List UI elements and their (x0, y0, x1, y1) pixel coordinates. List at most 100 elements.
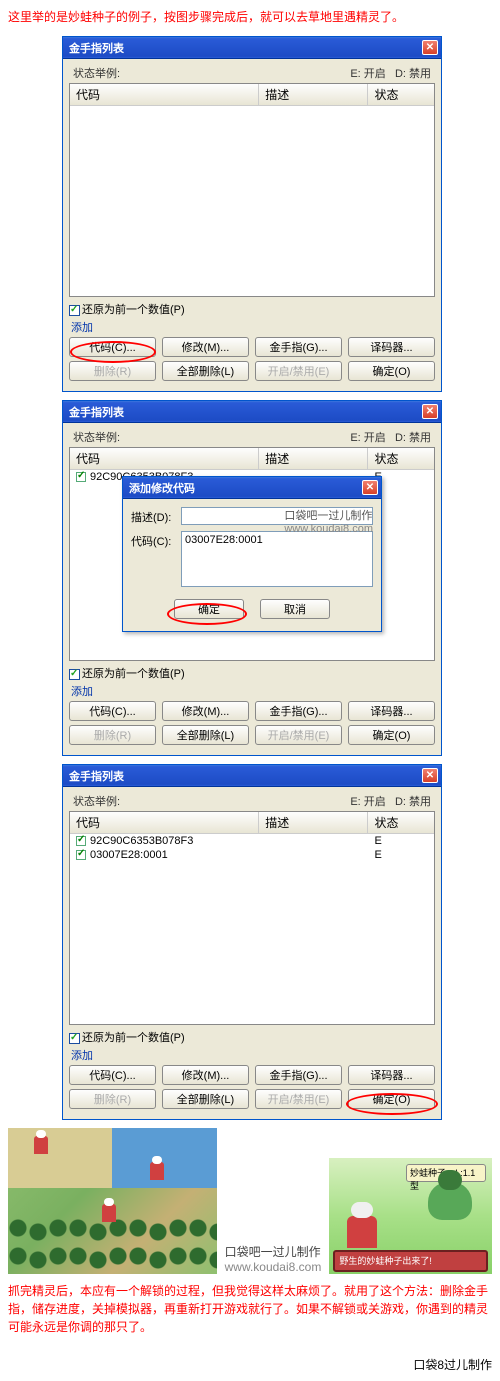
ok-button[interactable]: 确定(O) (348, 725, 435, 745)
titlebar: 添加修改代码 ✕ (123, 477, 381, 499)
code-textarea[interactable]: 03007E28:0001 (181, 531, 373, 587)
cheat-button[interactable]: 金手指(G)... (255, 1065, 342, 1085)
battle-message: 野生的妙蛙种子出来了! (333, 1250, 488, 1272)
row-stat: E (368, 834, 434, 848)
sub-title: 添加修改代码 (129, 480, 195, 496)
intro-paragraph: 这里举的是妙蛙种子的例子，按图步骤完成后，就可以去草地里遇精灵了。 (8, 8, 492, 26)
title-text: 金手指列表 (69, 768, 124, 784)
sub-cancel-button[interactable]: 取消 (260, 599, 330, 619)
desc-label: 描述(D): (131, 507, 181, 525)
checkbox-icon[interactable] (76, 850, 86, 860)
modify-button[interactable]: 修改(M)... (162, 337, 249, 357)
titlebar: 金手指列表 ✕ (63, 401, 441, 423)
title-text: 金手指列表 (69, 404, 124, 420)
watermark-line2: www.koudai8.com (225, 1260, 322, 1274)
legend-label: 状态举例: (73, 793, 120, 809)
list-row[interactable]: 92C90C6353B078F3 E (70, 834, 434, 848)
legend-bar: 状态举例: E: 开启 D: 禁用 (69, 63, 435, 83)
decoder-button[interactable]: 译码器... (348, 337, 435, 357)
titlebar: 金手指列表 ✕ (63, 765, 441, 787)
legend-label: 状态举例: (73, 429, 120, 445)
restore-checkbox-row[interactable]: 还原为前一个数值(P) (69, 1029, 435, 1045)
col-code-header[interactable]: 代码 (70, 448, 259, 469)
col-desc-header[interactable]: 描述 (259, 84, 368, 105)
add-code-dialog: 添加修改代码 ✕ 描述(D): 代码(C): 03007E28:0001 确定 … (122, 476, 382, 632)
add-label: 添加 (71, 683, 435, 699)
code-label: 代码(C): (131, 531, 181, 549)
toggle-button[interactable]: 开启/禁用(E) (255, 361, 342, 381)
ok-button[interactable]: 确定(O) (348, 1089, 435, 1109)
legend-label: 状态举例: (73, 65, 120, 81)
restore-checkbox-row[interactable]: 还原为前一个数值(P) (69, 301, 435, 317)
close-icon[interactable]: ✕ (422, 404, 438, 419)
cheat-button[interactable]: 金手指(G)... (255, 337, 342, 357)
cheat-button[interactable]: 金手指(G)... (255, 701, 342, 721)
add-label: 添加 (71, 1047, 435, 1063)
restore-label: 还原为前一个数值(P) (82, 1032, 185, 1044)
game-screenshot-row: 口袋吧一过儿制作 www.koudai8.com 妙蛙种子♂ L:1.1型 野生… (8, 1128, 492, 1274)
list-row[interactable]: 03007E28:0001 E (70, 848, 434, 862)
close-icon[interactable]: ✕ (422, 768, 438, 783)
cheat-dialog-2: 金手指列表 ✕ 状态举例: E: 开启 D: 禁用 代码 描述 状态 92C90… (62, 400, 442, 756)
delete-all-button[interactable]: 全部删除(L) (162, 725, 249, 745)
decoder-button[interactable]: 译码器... (348, 701, 435, 721)
modify-button[interactable]: 修改(M)... (162, 1065, 249, 1085)
toggle-button[interactable]: 开启/禁用(E) (255, 1089, 342, 1109)
col-code-header[interactable]: 代码 (70, 84, 259, 105)
col-stat-header[interactable]: 状态 (368, 812, 434, 833)
col-desc-header[interactable]: 描述 (259, 448, 368, 469)
pokemon-sprite (428, 1182, 472, 1220)
col-stat-header[interactable]: 状态 (368, 84, 434, 105)
legend-bar: 状态举例: E: 开启 D: 禁用 (69, 791, 435, 811)
row-code: 03007E28:0001 (90, 849, 168, 861)
legend-e: E: 开启 (350, 796, 385, 808)
legend-d: D: 禁用 (395, 796, 431, 808)
modify-button[interactable]: 修改(M)... (162, 701, 249, 721)
sub-ok-button[interactable]: 确定 (174, 599, 244, 619)
restore-checkbox-row[interactable]: 还原为前一个数值(P) (69, 665, 435, 681)
title-text: 金手指列表 (69, 40, 124, 56)
checkbox-icon[interactable] (76, 472, 86, 482)
col-desc-header[interactable]: 描述 (259, 812, 368, 833)
code-button[interactable]: 代码(C)... (69, 337, 156, 357)
delete-button[interactable]: 删除(R) (69, 725, 156, 745)
checkbox-icon[interactable] (76, 836, 86, 846)
toggle-button[interactable]: 开启/禁用(E) (255, 725, 342, 745)
footer-credit: 口袋8过儿制作 (8, 1356, 492, 1373)
delete-all-button[interactable]: 全部删除(L) (162, 1089, 249, 1109)
checkbox-icon[interactable] (69, 305, 80, 316)
row-code: 92C90C6353B078F3 (90, 835, 193, 847)
titlebar: 金手指列表 ✕ (63, 37, 441, 59)
delete-button[interactable]: 删除(R) (69, 1089, 156, 1109)
checkbox-icon[interactable] (69, 669, 80, 680)
col-stat-header[interactable]: 状态 (368, 448, 434, 469)
watermark-line1: 口袋吧一过儿制作 (225, 1245, 321, 1259)
add-label: 添加 (71, 319, 435, 335)
watermark-line2: www.koudai8.com (284, 523, 373, 535)
code-button[interactable]: 代码(C)... (69, 701, 156, 721)
cheat-list: 代码 描述 状态 92C90C6353B078F3 E 03007E28:000… (69, 811, 435, 1025)
watermark-mid: 口袋吧一过儿制作 www.koudai8.com (221, 1243, 326, 1274)
battle-screenshot: 妙蛙种子♂ L:1.1型 野生的妙蛙种子出来了! (329, 1158, 492, 1274)
delete-all-button[interactable]: 全部删除(L) (162, 361, 249, 381)
cheat-dialog-3: 金手指列表 ✕ 状态举例: E: 开启 D: 禁用 代码 描述 状态 92C90… (62, 764, 442, 1120)
legend-e: E: 开启 (350, 432, 385, 444)
ok-button[interactable]: 确定(O) (348, 361, 435, 381)
close-icon[interactable]: ✕ (422, 40, 438, 55)
legend-d: D: 禁用 (395, 68, 431, 80)
code-button[interactable]: 代码(C)... (69, 1065, 156, 1085)
legend-bar: 状态举例: E: 开启 D: 禁用 (69, 427, 435, 447)
delete-button[interactable]: 删除(R) (69, 361, 156, 381)
outro-paragraph: 抓完精灵后，本应有一个解锁的过程，但我觉得这样太麻烦了。就用了这个方法：删除金手… (8, 1282, 492, 1336)
watermark-line1: 口袋吧一过儿制作 (284, 510, 372, 522)
decoder-button[interactable]: 译码器... (348, 1065, 435, 1085)
legend-d: D: 禁用 (395, 432, 431, 444)
close-icon[interactable]: ✕ (362, 480, 378, 495)
trainer-sprite (347, 1216, 377, 1248)
watermark: 口袋吧一过儿制作 www.koudai8.com (284, 507, 373, 535)
restore-label: 还原为前一个数值(P) (82, 304, 185, 316)
checkbox-icon[interactable] (69, 1033, 80, 1044)
restore-label: 还原为前一个数值(P) (82, 668, 185, 680)
col-code-header[interactable]: 代码 (70, 812, 259, 833)
cheat-list: 代码 描述 状态 (69, 83, 435, 297)
